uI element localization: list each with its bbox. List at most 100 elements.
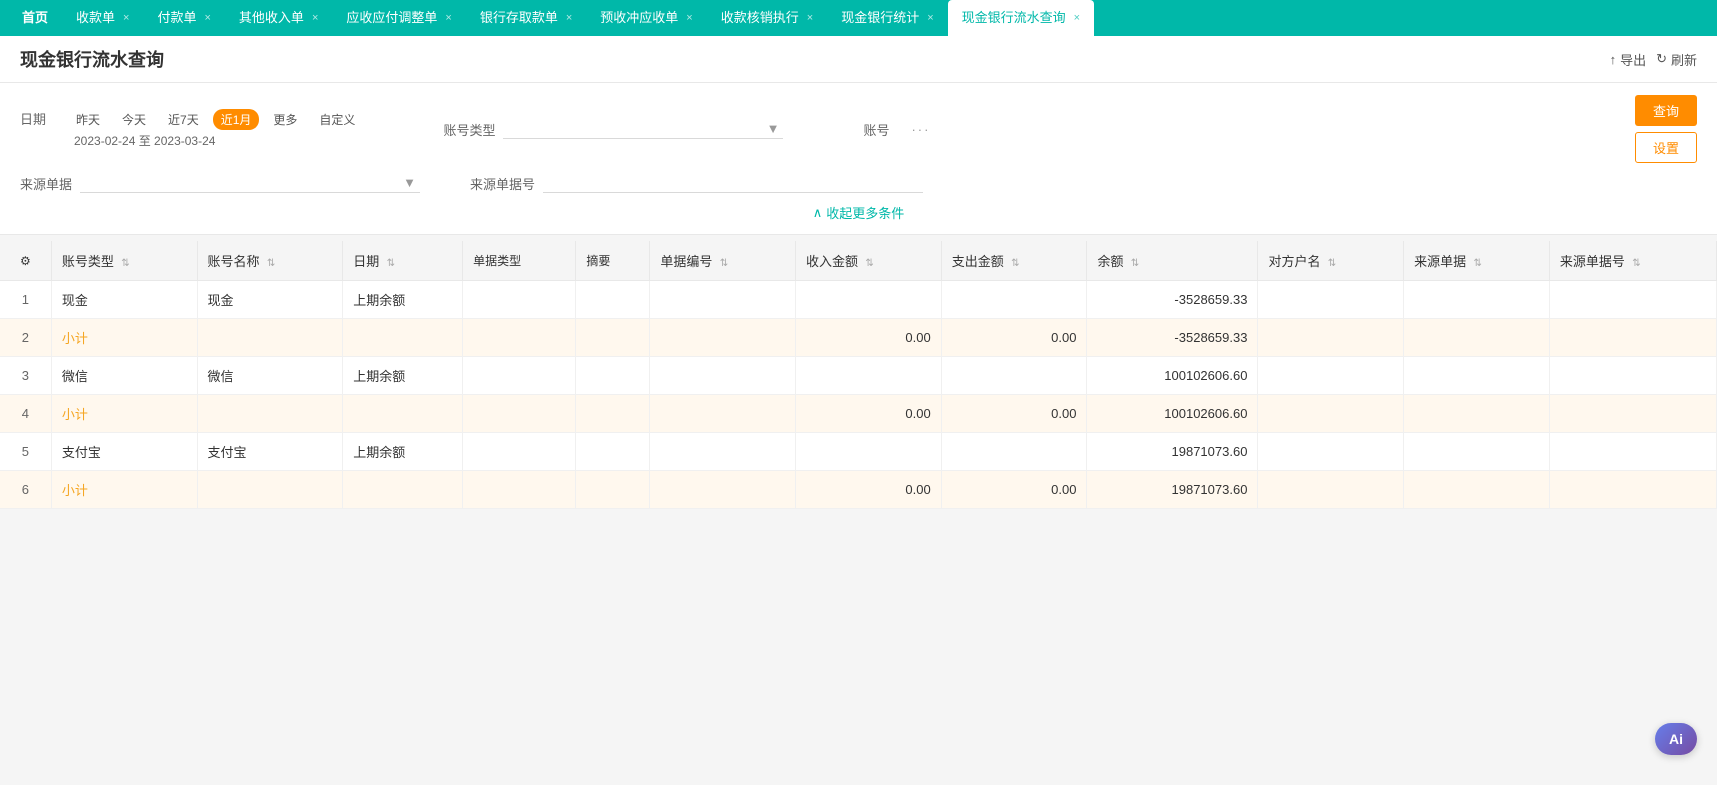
cell-counterparty xyxy=(1258,433,1404,471)
cell-source-doc-no xyxy=(1549,357,1716,395)
account-type-select[interactable]: ▼ xyxy=(503,119,783,139)
close-icon[interactable]: × xyxy=(807,0,813,36)
account-type-label: 账号类型 xyxy=(443,120,495,139)
cell-date xyxy=(343,395,463,433)
col-counterparty[interactable]: 对方户名 ⇅ xyxy=(1258,241,1404,281)
account-dots[interactable]: ··· xyxy=(911,122,930,137)
filter-area: 日期 昨天 今天 近7天 近1月 更多 自定义 2023-02-24 至 202… xyxy=(0,83,1717,235)
cell-source-doc xyxy=(1404,471,1550,509)
refresh-button[interactable]: ↻ 刷新 xyxy=(1656,50,1697,69)
col-account-name[interactable]: 账号名称 ⇅ xyxy=(197,241,343,281)
cell-account-type: 支付宝 xyxy=(51,433,197,471)
cell-summary xyxy=(576,357,650,395)
query-button[interactable]: 查询 xyxy=(1635,95,1697,126)
cell-balance: 19871073.60 xyxy=(1087,433,1258,471)
sort-icon: ⇅ xyxy=(1474,258,1482,269)
col-expense[interactable]: 支出金额 ⇅ xyxy=(941,241,1087,281)
col-settings[interactable]: ⚙ xyxy=(0,241,51,281)
cell-doc-type xyxy=(463,395,576,433)
nav-tab-shoukuan[interactable]: 收款单 × xyxy=(62,0,143,36)
chevron-down-icon: ▼ xyxy=(403,175,416,190)
cell-account-name xyxy=(197,471,343,509)
ai-badge[interactable]: Ai xyxy=(1655,723,1697,755)
cell-doc-type xyxy=(463,319,576,357)
cell-expense: 0.00 xyxy=(941,471,1087,509)
cell-account-name: 微信 xyxy=(197,357,343,395)
nav-tab-yinhangcunqu[interactable]: 银行存取款单 × xyxy=(466,0,586,36)
sort-icon: ⇅ xyxy=(865,258,873,269)
header-actions: ↑ 导出 ↻ 刷新 xyxy=(1610,50,1697,69)
date-btn-today[interactable]: 今天 xyxy=(114,109,154,130)
export-button[interactable]: ↑ 导出 xyxy=(1610,50,1647,69)
source-doc-no-label: 来源单据号 xyxy=(470,174,535,193)
table-row: 2小计0.000.00-3528659.33 xyxy=(0,319,1717,357)
date-btn-more[interactable]: 更多 xyxy=(265,109,305,130)
date-btn-yesterday[interactable]: 昨天 xyxy=(68,109,108,130)
col-income[interactable]: 收入金额 ⇅ xyxy=(796,241,942,281)
nav-tab-liushui-active[interactable]: 现金银行流水查询 × xyxy=(948,0,1094,36)
col-doc-no[interactable]: 单据编号 ⇅ xyxy=(650,241,796,281)
cell-doc-no xyxy=(650,471,796,509)
nav-tab-fukuan[interactable]: 付款单 × xyxy=(143,0,224,36)
row-number: 2 xyxy=(0,319,51,357)
cell-source-doc-no xyxy=(1549,395,1716,433)
cell-balance: 100102606.60 xyxy=(1087,357,1258,395)
cell-counterparty xyxy=(1258,395,1404,433)
nav-home[interactable]: 首页 xyxy=(8,0,62,36)
close-icon[interactable]: × xyxy=(927,0,933,36)
cell-balance: -3528659.33 xyxy=(1087,319,1258,357)
nav-tab-yushou[interactable]: 预收冲应收单 × xyxy=(586,0,706,36)
cell-counterparty xyxy=(1258,471,1404,509)
table-row: 5支付宝支付宝上期余额19871073.60 xyxy=(0,433,1717,471)
source-doc-select[interactable]: ▼ xyxy=(80,173,420,193)
cell-expense xyxy=(941,281,1087,319)
close-icon[interactable]: × xyxy=(686,0,692,36)
cell-summary xyxy=(576,281,650,319)
source-doc-label: 来源单据 xyxy=(20,174,72,193)
cell-balance: 19871073.60 xyxy=(1087,471,1258,509)
cell-expense xyxy=(941,433,1087,471)
close-icon[interactable]: × xyxy=(204,0,210,36)
cell-source-doc xyxy=(1404,357,1550,395)
row-number: 6 xyxy=(0,471,51,509)
close-icon[interactable]: × xyxy=(312,0,318,36)
data-table-container: ⚙ 账号类型 ⇅ 账号名称 ⇅ 日期 ⇅ 单据类型 摘要 单据编号 ⇅ xyxy=(0,241,1717,509)
cell-doc-no xyxy=(650,319,796,357)
collapse-label: 收起更多条件 xyxy=(826,203,904,222)
cell-summary xyxy=(576,395,650,433)
nav-tab-qitashouru[interactable]: 其他收入单 × xyxy=(225,0,332,36)
cell-counterparty xyxy=(1258,281,1404,319)
close-icon[interactable]: × xyxy=(1074,0,1080,36)
sort-icon: ⇅ xyxy=(1632,258,1640,269)
col-balance[interactable]: 余额 ⇅ xyxy=(1087,241,1258,281)
collapse-bar[interactable]: ∧ 收起更多条件 xyxy=(20,203,1697,222)
col-source-doc-no[interactable]: 来源单据号 ⇅ xyxy=(1549,241,1716,281)
row-number: 1 xyxy=(0,281,51,319)
nav-tab-yingshouyingfu[interactable]: 应收应付调整单 × xyxy=(332,0,465,36)
cell-counterparty xyxy=(1258,319,1404,357)
close-icon[interactable]: × xyxy=(445,0,451,36)
cell-summary xyxy=(576,319,650,357)
sort-icon: ⇅ xyxy=(121,258,129,269)
close-icon[interactable]: × xyxy=(123,0,129,36)
close-icon[interactable]: × xyxy=(566,0,572,36)
cell-source-doc-no xyxy=(1549,471,1716,509)
col-date[interactable]: 日期 ⇅ xyxy=(343,241,463,281)
refresh-icon: ↻ xyxy=(1656,51,1667,67)
cell-account-type: 小计 xyxy=(51,471,197,509)
date-btn-custom[interactable]: 自定义 xyxy=(311,109,363,130)
date-btn-1month[interactable]: 近1月 xyxy=(213,109,260,130)
table-row: 4小计0.000.00100102606.60 xyxy=(0,395,1717,433)
nav-tab-tongji[interactable]: 现金银行统计 × xyxy=(827,0,947,36)
nav-tab-shoukuan-hexiao[interactable]: 收款核销执行 × xyxy=(707,0,827,36)
settings-button[interactable]: 设置 xyxy=(1635,132,1697,163)
source-doc-no-input[interactable] xyxy=(543,173,923,193)
date-btn-7days[interactable]: 近7天 xyxy=(160,109,207,130)
cell-doc-type xyxy=(463,433,576,471)
cell-source-doc-no xyxy=(1549,281,1716,319)
col-source-doc[interactable]: 来源单据 ⇅ xyxy=(1404,241,1550,281)
cell-source-doc xyxy=(1404,319,1550,357)
cell-balance: -3528659.33 xyxy=(1087,281,1258,319)
col-account-type[interactable]: 账号类型 ⇅ xyxy=(51,241,197,281)
cell-expense: 0.00 xyxy=(941,319,1087,357)
